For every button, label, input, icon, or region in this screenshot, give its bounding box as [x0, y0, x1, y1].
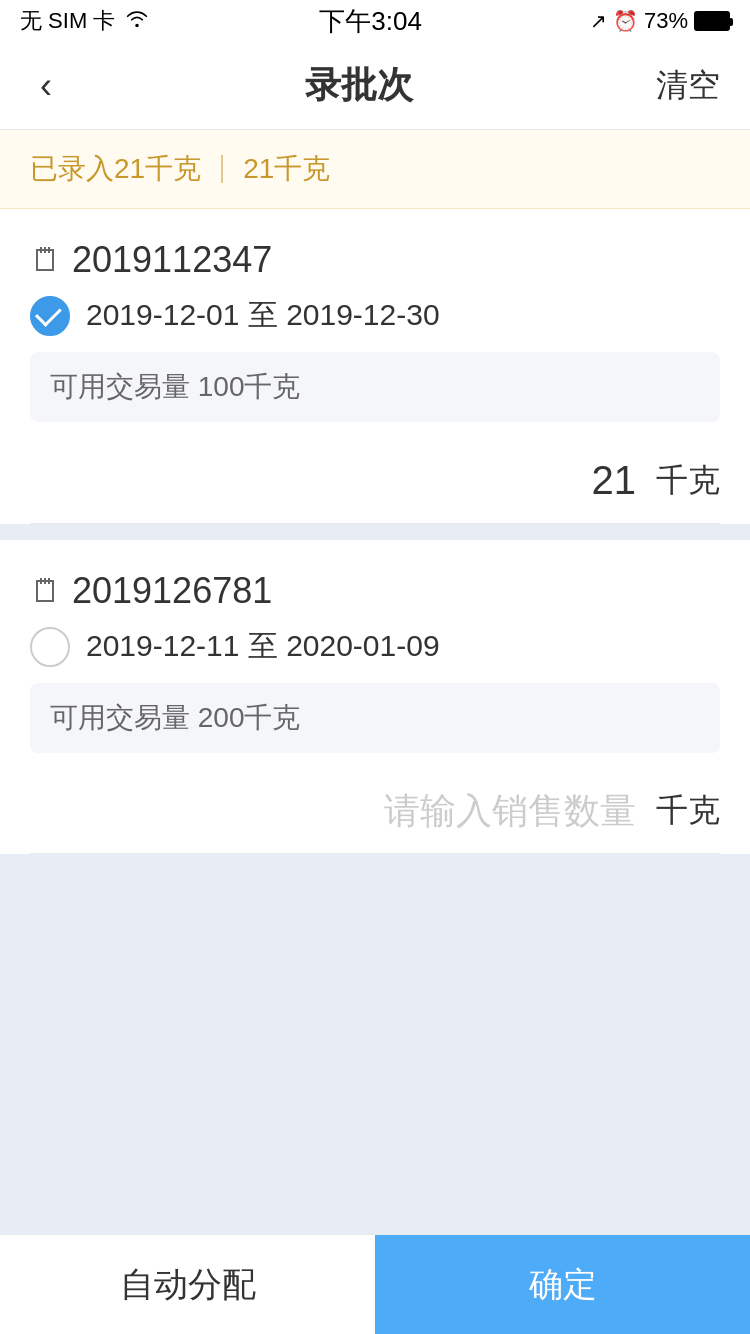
summary-value: 21千克 — [243, 150, 330, 188]
quantity-unit-1: 千克 — [656, 459, 720, 503]
nav-bar: ‹ 录批次 清空 — [0, 42, 750, 130]
batch-doc-icon-2: 🗒 — [30, 573, 62, 610]
quantity-value-1: 21 — [592, 458, 637, 503]
batch-header-2: 🗒 2019126781 — [30, 570, 720, 612]
page-title: 录批次 — [305, 61, 413, 110]
batch-number-1: 2019112347 — [72, 239, 272, 281]
confirm-button[interactable]: 确定 — [375, 1235, 750, 1334]
summary-banner: 已录入21千克 21千克 — [0, 130, 750, 209]
no-sim-text: 无 SIM 卡 — [20, 6, 115, 36]
batch-date-row-1[interactable]: 2019-12-01 至 2019-12-30 — [30, 295, 720, 336]
clear-button[interactable]: 清空 — [656, 64, 720, 108]
batch-date-row-2[interactable]: 2019-12-11 至 2020-01-09 — [30, 626, 720, 667]
status-bar: 无 SIM 卡 下午3:04 ↗ ⏰ 73% — [0, 0, 750, 42]
alarm-icon: ⏰ — [613, 9, 638, 33]
battery-text: 73% — [644, 8, 688, 34]
radio-checked-1[interactable] — [30, 296, 70, 336]
status-time: 下午3:04 — [319, 4, 422, 39]
summary-divider — [221, 155, 223, 183]
status-right: ↗ ⏰ 73% — [590, 8, 730, 34]
batch-number-2: 2019126781 — [72, 570, 272, 612]
qty-input-field-2[interactable] — [356, 790, 636, 832]
wifi-icon — [123, 8, 151, 34]
empty-area — [0, 854, 750, 1274]
qty-unit-2: 千克 — [656, 789, 720, 833]
quantity-row-1: 21 千克 — [30, 442, 720, 524]
batch-date-2: 2019-12-11 至 2020-01-09 — [86, 626, 440, 667]
summary-recorded-label: 已录入21千克 — [30, 150, 201, 188]
batch-date-1: 2019-12-01 至 2019-12-30 — [86, 295, 440, 336]
location-icon: ↗ — [590, 9, 607, 33]
card-divider — [0, 524, 750, 540]
auto-distribute-button[interactable]: 自动分配 — [0, 1235, 375, 1334]
batch-doc-icon-1: 🗒 — [30, 242, 62, 279]
available-qty-2: 可用交易量 200千克 — [30, 683, 720, 753]
batch-card-1: 🗒 2019112347 2019-12-01 至 2019-12-30 可用交… — [0, 209, 750, 524]
back-button[interactable]: ‹ — [30, 55, 62, 117]
batch-card-2: 🗒 2019126781 2019-12-11 至 2020-01-09 可用交… — [0, 540, 750, 854]
batch-header-1: 🗒 2019112347 — [30, 239, 720, 281]
bottom-bar: 自动分配 确定 — [0, 1234, 750, 1334]
status-left: 无 SIM 卡 — [20, 6, 151, 36]
radio-unchecked-2[interactable] — [30, 627, 70, 667]
available-qty-1: 可用交易量 100千克 — [30, 352, 720, 422]
qty-input-row-2: 千克 — [30, 773, 720, 854]
battery-icon — [694, 11, 730, 31]
